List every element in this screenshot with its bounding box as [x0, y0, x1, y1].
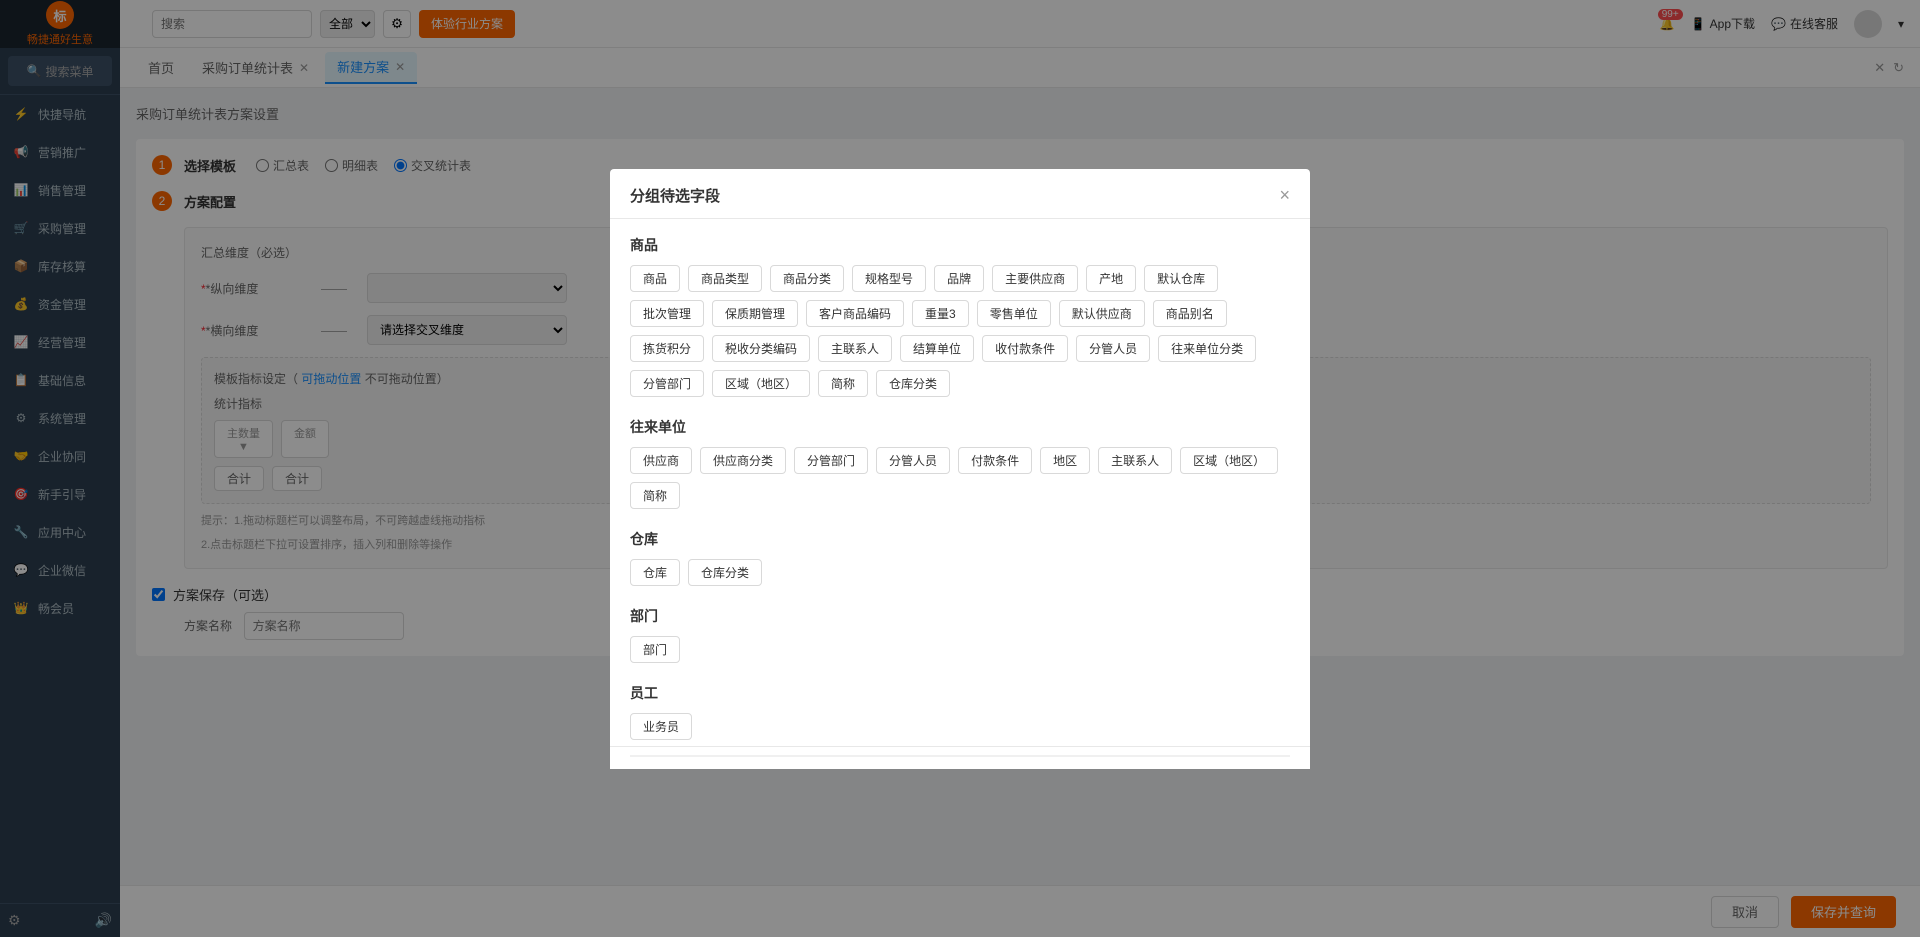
modal-chips-1: 供应商供应商分类分管部门分管人员付款条件地区主联系人区域（地区） 简称 — [630, 447, 1290, 509]
field-chip-0-12[interactable]: 零售单位 — [977, 300, 1051, 327]
field-chip-0-6[interactable]: 产地 — [1086, 265, 1136, 292]
modal-footer — [610, 746, 1310, 769]
field-chip-0-15[interactable]: 拣货积分 — [630, 335, 704, 362]
modal-overlay: 分组待选字段 × 商品商品商品类型商品分类规格型号品牌主要供应商产地默认仓库批次… — [0, 0, 1920, 937]
modal-chips-4: 业务员 — [630, 713, 1290, 740]
modal-dialog: 分组待选字段 × 商品商品商品类型商品分类规格型号品牌主要供应商产地默认仓库批次… — [610, 169, 1310, 769]
field-chip-0-23[interactable]: 区域（地区） — [712, 370, 810, 397]
modal-close-button[interactable]: × — [1279, 185, 1290, 206]
modal-footer-divider — [630, 755, 1290, 757]
field-chip-1-8[interactable]: 简称 — [630, 482, 680, 509]
field-chip-1-6[interactable]: 主联系人 — [1098, 447, 1172, 474]
field-chip-0-17[interactable]: 主联系人 — [818, 335, 892, 362]
field-chip-0-9[interactable]: 保质期管理 — [712, 300, 798, 327]
field-chip-1-5[interactable]: 地区 — [1040, 447, 1090, 474]
modal-section-0: 商品商品商品类型商品分类规格型号品牌主要供应商产地默认仓库批次管理保质期管理客户… — [630, 235, 1290, 397]
field-chip-0-11[interactable]: 重量3 — [912, 300, 969, 327]
field-chip-4-0[interactable]: 业务员 — [630, 713, 692, 740]
modal-section-title-4: 员工 — [630, 683, 1290, 703]
modal-header: 分组待选字段 × — [610, 169, 1310, 219]
modal-section-3: 部门部门 — [630, 606, 1290, 663]
field-chip-2-1[interactable]: 仓库分类 — [688, 559, 762, 586]
field-chip-1-1[interactable]: 供应商分类 — [700, 447, 786, 474]
modal-chips-3: 部门 — [630, 636, 1290, 663]
field-chip-0-7[interactable]: 默认仓库 — [1144, 265, 1218, 292]
modal-section-1: 往来单位供应商供应商分类分管部门分管人员付款条件地区主联系人区域（地区） 简称 — [630, 417, 1290, 509]
field-chip-0-13[interactable]: 默认供应商 — [1059, 300, 1145, 327]
modal-chips-0: 商品商品类型商品分类规格型号品牌主要供应商产地默认仓库批次管理保质期管理客户商品… — [630, 265, 1290, 397]
field-chip-1-3[interactable]: 分管人员 — [876, 447, 950, 474]
modal-section-title-0: 商品 — [630, 235, 1290, 255]
field-chip-1-2[interactable]: 分管部门 — [794, 447, 868, 474]
modal-chips-2: 仓库仓库分类 — [630, 559, 1290, 586]
field-chip-0-2[interactable]: 商品分类 — [770, 265, 844, 292]
field-chip-0-4[interactable]: 品牌 — [934, 265, 984, 292]
modal-section-4: 员工业务员 — [630, 683, 1290, 740]
modal-section-2: 仓库仓库仓库分类 — [630, 529, 1290, 586]
field-chip-0-24[interactable]: 简称 — [818, 370, 868, 397]
field-chip-0-10[interactable]: 客户商品编码 — [806, 300, 904, 327]
field-chip-1-4[interactable]: 付款条件 — [958, 447, 1032, 474]
modal-section-title-2: 仓库 — [630, 529, 1290, 549]
field-chip-1-0[interactable]: 供应商 — [630, 447, 692, 474]
field-chip-0-14[interactable]: 商品别名 — [1153, 300, 1227, 327]
field-chip-0-19[interactable]: 收付款条件 — [982, 335, 1068, 362]
field-chip-0-0[interactable]: 商品 — [630, 265, 680, 292]
field-chip-0-21[interactable]: 往来单位分类 — [1158, 335, 1256, 362]
field-chip-0-1[interactable]: 商品类型 — [688, 265, 762, 292]
field-chip-0-18[interactable]: 结算单位 — [900, 335, 974, 362]
field-chip-0-20[interactable]: 分管人员 — [1076, 335, 1150, 362]
field-chip-0-25[interactable]: 仓库分类 — [876, 370, 950, 397]
modal-body: 商品商品商品类型商品分类规格型号品牌主要供应商产地默认仓库批次管理保质期管理客户… — [610, 219, 1310, 746]
modal-title: 分组待选字段 — [630, 185, 720, 206]
modal-section-title-3: 部门 — [630, 606, 1290, 626]
field-chip-3-0[interactable]: 部门 — [630, 636, 680, 663]
field-chip-0-5[interactable]: 主要供应商 — [992, 265, 1078, 292]
field-chip-1-7[interactable]: 区域（地区） — [1180, 447, 1278, 474]
field-chip-2-0[interactable]: 仓库 — [630, 559, 680, 586]
field-chip-0-8[interactable]: 批次管理 — [630, 300, 704, 327]
field-chip-0-3[interactable]: 规格型号 — [852, 265, 926, 292]
field-chip-0-16[interactable]: 税收分类编码 — [712, 335, 810, 362]
field-chip-0-22[interactable]: 分管部门 — [630, 370, 704, 397]
modal-section-title-1: 往来单位 — [630, 417, 1290, 437]
